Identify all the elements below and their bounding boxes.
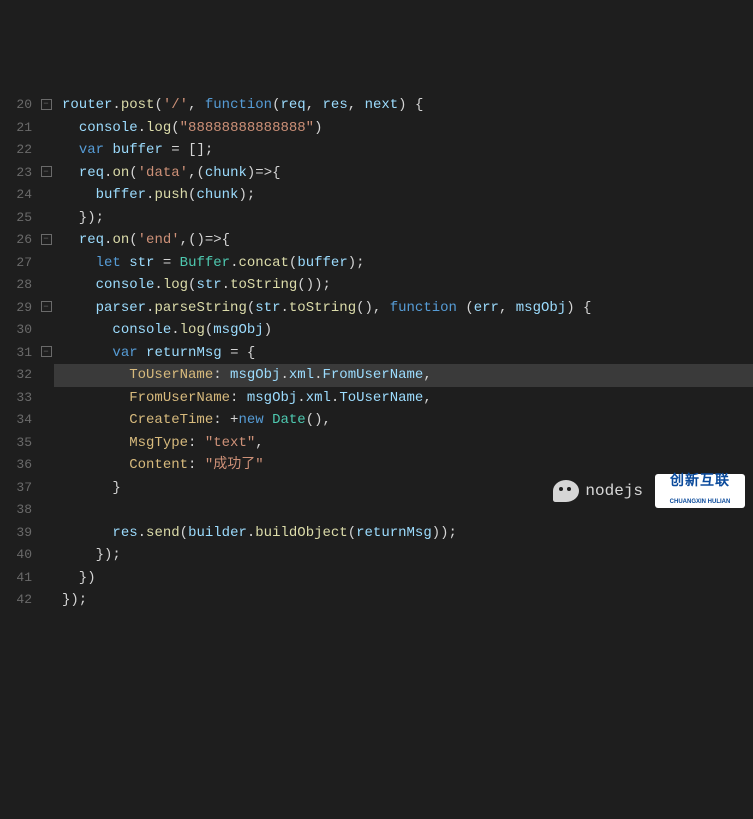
fold-marker[interactable]: − (38, 162, 54, 185)
code-line[interactable]: ToUserName: msgObj.xml.FromUserName, (54, 364, 753, 387)
code-line[interactable]: FromUserName: msgObj.xml.ToUserName, (62, 387, 753, 410)
fold-marker (38, 454, 54, 477)
brandmark-big: 创新互联 (670, 469, 730, 492)
fold-marker (38, 477, 54, 500)
fold-marker[interactable]: − (38, 342, 54, 365)
line-number: 34 (0, 409, 32, 432)
fold-marker (38, 274, 54, 297)
code-line[interactable]: }); (62, 589, 753, 612)
code-line[interactable]: console.log(msgObj) (62, 319, 753, 342)
fold-marker (38, 432, 54, 455)
line-number-gutter: 2021222324252627282930313233343536373839… (0, 90, 38, 616)
line-number: 28 (0, 274, 32, 297)
code-line[interactable]: }) (62, 567, 753, 590)
code-line[interactable]: req.on('data',(chunk)=>{ (62, 162, 753, 185)
code-editor: 2021222324252627282930313233343536373839… (0, 90, 753, 616)
code-line[interactable]: parser.parseString(str.toString(), funct… (62, 297, 753, 320)
code-line[interactable]: MsgType: "text", (62, 432, 753, 455)
line-number: 31 (0, 342, 32, 365)
code-line[interactable]: console.log("88888888888888") (62, 117, 753, 140)
code-line[interactable]: Content: "成功了" (62, 454, 753, 477)
code-line[interactable]: var buffer = []; (62, 139, 753, 162)
brandmark-logo: 创新互联 CHUANGXIN HULIAN (655, 474, 745, 508)
line-number: 26 (0, 229, 32, 252)
fold-marker (38, 499, 54, 522)
line-number: 37 (0, 477, 32, 500)
line-number: 32 (0, 364, 32, 387)
code-line[interactable]: CreateTime: +new Date(), (62, 409, 753, 432)
fold-marker (38, 364, 54, 387)
fold-marker (38, 184, 54, 207)
code-area[interactable]: router.post('/', function(req, res, next… (54, 90, 753, 616)
fold-marker (38, 567, 54, 590)
code-line[interactable]: } (62, 477, 753, 500)
code-line[interactable]: }); (62, 544, 753, 567)
line-number: 29 (0, 297, 32, 320)
fold-marker (38, 409, 54, 432)
fold-marker[interactable]: − (38, 297, 54, 320)
code-line[interactable]: res.send(builder.buildObject(returnMsg))… (62, 522, 753, 545)
brandmark-small: CHUANGXIN HULIAN (670, 491, 731, 514)
code-line[interactable]: router.post('/', function(req, res, next… (62, 94, 753, 117)
fold-gutter: − − − − − (38, 90, 54, 616)
line-number: 22 (0, 139, 32, 162)
code-line[interactable] (62, 499, 753, 522)
fold-marker (38, 139, 54, 162)
fold-marker (38, 117, 54, 140)
line-number: 21 (0, 117, 32, 140)
fold-marker[interactable]: − (38, 94, 54, 117)
line-number: 41 (0, 567, 32, 590)
line-number: 20 (0, 94, 32, 117)
code-line[interactable]: var returnMsg = { (62, 342, 753, 365)
line-number: 24 (0, 184, 32, 207)
code-line[interactable]: }); (62, 207, 753, 230)
watermark: nodejs (553, 480, 643, 503)
fold-marker (38, 207, 54, 230)
fold-marker[interactable]: − (38, 229, 54, 252)
fold-marker (38, 522, 54, 545)
fold-marker (38, 544, 54, 567)
fold-marker (38, 589, 54, 612)
code-line[interactable]: let str = Buffer.concat(buffer); (62, 252, 753, 275)
line-number: 42 (0, 589, 32, 612)
line-number: 36 (0, 454, 32, 477)
line-number: 25 (0, 207, 32, 230)
line-number: 30 (0, 319, 32, 342)
code-line[interactable]: buffer.push(chunk); (62, 184, 753, 207)
line-number: 27 (0, 252, 32, 275)
line-number: 39 (0, 522, 32, 545)
line-number: 33 (0, 387, 32, 410)
line-number: 40 (0, 544, 32, 567)
fold-marker (38, 319, 54, 342)
wechat-icon (553, 480, 579, 502)
line-number: 35 (0, 432, 32, 455)
code-line[interactable]: req.on('end',()=>{ (62, 229, 753, 252)
code-line[interactable]: console.log(str.toString()); (62, 274, 753, 297)
watermark-text: nodejs (585, 480, 643, 503)
fold-marker (38, 387, 54, 410)
line-number: 23 (0, 162, 32, 185)
fold-marker (38, 252, 54, 275)
line-number: 38 (0, 499, 32, 522)
